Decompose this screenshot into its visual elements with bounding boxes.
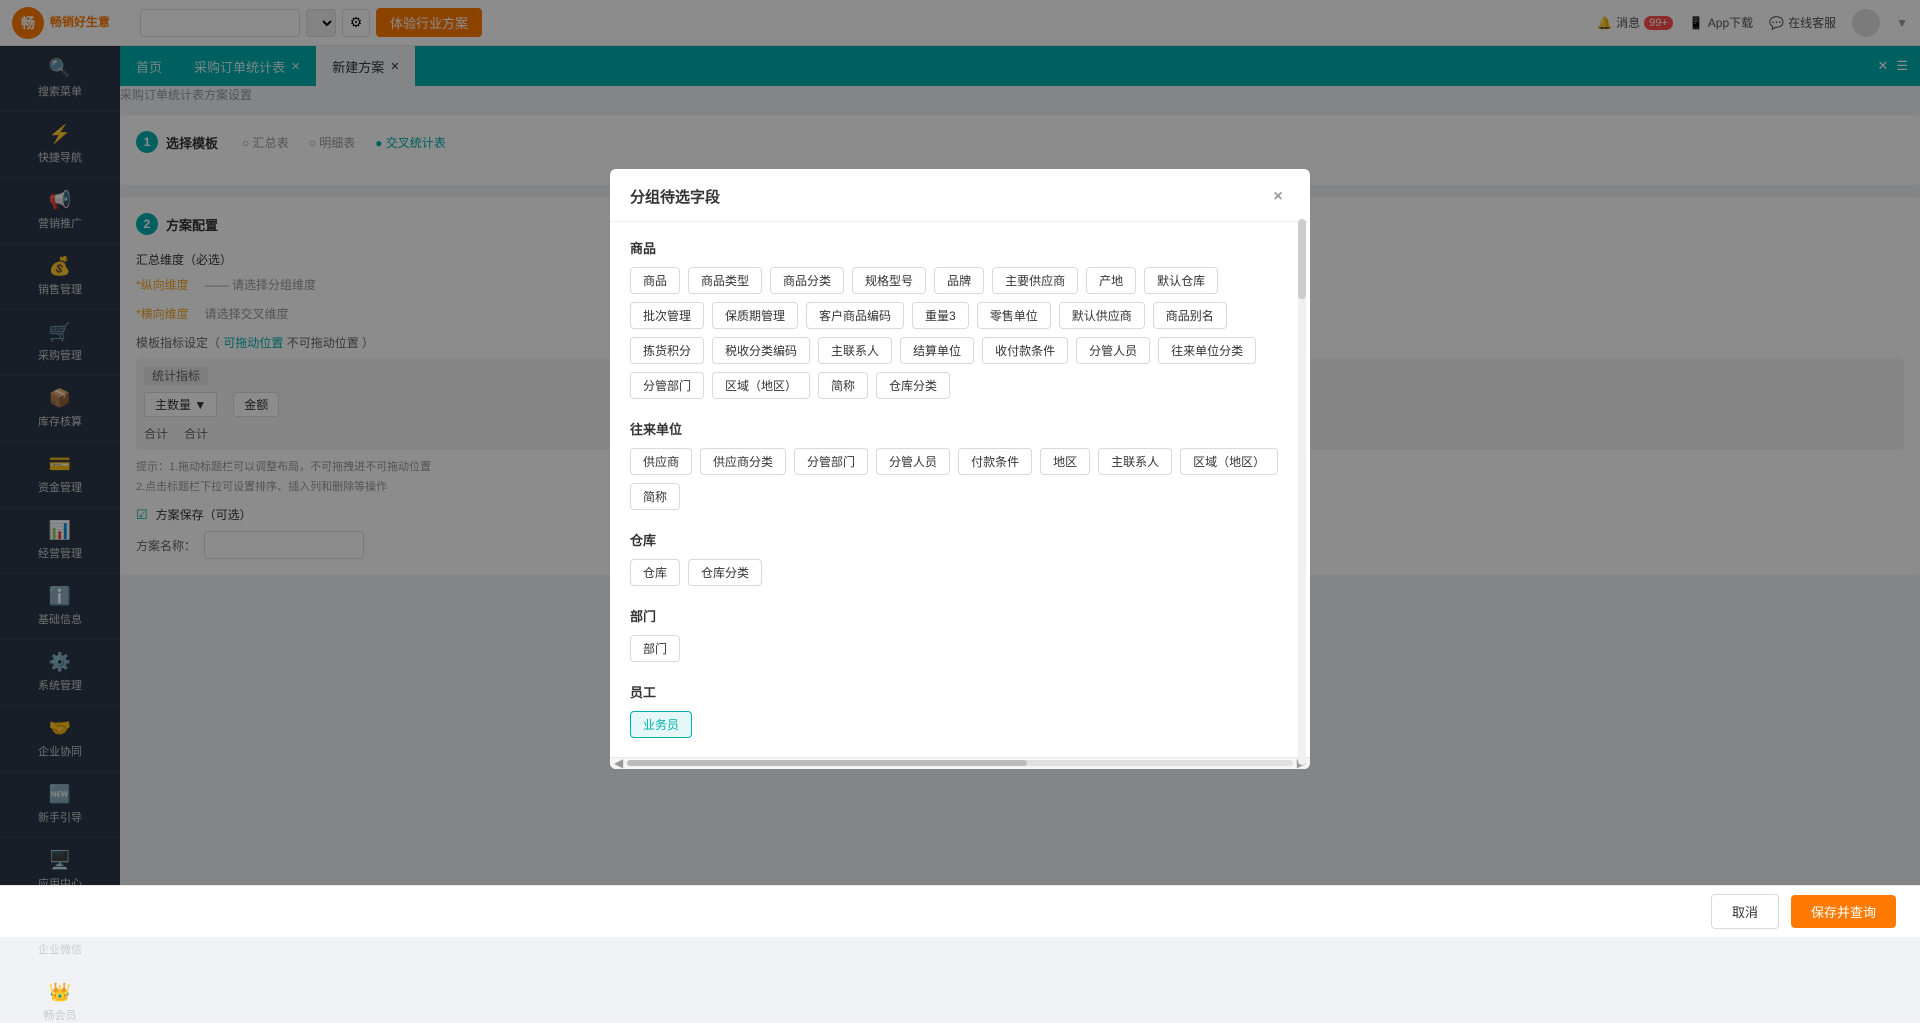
tag-brand[interactable]: 品牌: [934, 267, 984, 294]
tag-retail-unit[interactable]: 零售单位: [977, 302, 1051, 329]
tag-region[interactable]: 区域（地区）: [712, 372, 810, 399]
tag-settlement-unit[interactable]: 结算单位: [900, 337, 974, 364]
tag-default-warehouse[interactable]: 默认仓库: [1144, 267, 1218, 294]
tag-supplier[interactable]: 供应商: [630, 448, 692, 475]
section-warehouse-tags: 仓库 仓库分类: [630, 559, 1290, 586]
section-partners: 往来单位 供应商 供应商分类 分管部门 分管人员 付款条件 地区 主联系人 区域…: [630, 419, 1290, 510]
tag-main-supplier[interactable]: 主要供应商: [992, 267, 1078, 294]
tag-payment-terms[interactable]: 收付款条件: [982, 337, 1068, 364]
section-department-tags: 部门: [630, 635, 1290, 662]
tag-region2[interactable]: 区域（地区）: [1180, 448, 1278, 475]
tag-picking-points[interactable]: 拣货积分: [630, 337, 704, 364]
section-products-tags: 商品 商品类型 商品分类 规格型号 品牌 主要供应商 产地 默认仓库 批次管理 …: [630, 267, 1290, 399]
save-query-button[interactable]: 保存并查询: [1791, 895, 1896, 928]
modal-overlay: 分组待选字段 × 商品 商品 商品类型 商品分类 规格型号 品牌 主要供应商 产…: [0, 0, 1920, 937]
tag-payment-condition[interactable]: 付款条件: [958, 448, 1032, 475]
modal-hscroll[interactable]: ◀ ▶: [610, 757, 1310, 769]
tag-tax-code[interactable]: 税收分类编码: [712, 337, 810, 364]
section-warehouse-title: 仓库: [630, 530, 1290, 549]
tag-warehouse-cat[interactable]: 仓库分类: [688, 559, 762, 586]
tag-department[interactable]: 部门: [630, 635, 680, 662]
tag-default-supplier[interactable]: 默认供应商: [1059, 302, 1145, 329]
tag-product-category[interactable]: 商品分类: [770, 267, 844, 294]
tag-managing-dept[interactable]: 分管部门: [794, 448, 868, 475]
tag-area[interactable]: 地区: [1040, 448, 1090, 475]
section-employee-tags: 业务员: [630, 711, 1290, 738]
tag-product-alias[interactable]: 商品别名: [1153, 302, 1227, 329]
tag-main-contact[interactable]: 主联系人: [818, 337, 892, 364]
modal-title: 分组待选字段: [630, 186, 720, 207]
tag-main-contact2[interactable]: 主联系人: [1098, 448, 1172, 475]
section-products-title: 商品: [630, 238, 1290, 257]
tag-product-type[interactable]: 商品类型: [688, 267, 762, 294]
tag-customer-category[interactable]: 往来单位分类: [1158, 337, 1256, 364]
tag-product[interactable]: 商品: [630, 267, 680, 294]
modal-vscroll-track[interactable]: [1298, 219, 1306, 765]
hscroll-thumb: [627, 760, 1026, 766]
tag-origin[interactable]: 产地: [1086, 267, 1136, 294]
modal-vscroll-thumb[interactable]: [1298, 219, 1306, 299]
section-partners-tags: 供应商 供应商分类 分管部门 分管人员 付款条件 地区 主联系人 区域（地区） …: [630, 448, 1290, 510]
tag-dept[interactable]: 分管部门: [630, 372, 704, 399]
tag-managing-person[interactable]: 分管人员: [876, 448, 950, 475]
tag-manager[interactable]: 分管人员: [1076, 337, 1150, 364]
section-products: 商品 商品 商品类型 商品分类 规格型号 品牌 主要供应商 产地 默认仓库 批次…: [630, 238, 1290, 399]
cancel-button[interactable]: 取消: [1711, 894, 1779, 929]
bottom-bar: 取消 保存并查询: [0, 885, 1920, 937]
section-partners-title: 往来单位: [630, 419, 1290, 438]
modal-body[interactable]: 商品 商品 商品类型 商品分类 规格型号 品牌 主要供应商 产地 默认仓库 批次…: [610, 222, 1310, 757]
tag-batch-mgmt[interactable]: 批次管理: [630, 302, 704, 329]
section-employee: 员工 业务员: [630, 682, 1290, 738]
modal-header: 分组待选字段 ×: [610, 169, 1310, 222]
tag-short-name2[interactable]: 简称: [630, 483, 680, 510]
section-employee-title: 员工: [630, 682, 1290, 701]
tag-weight3[interactable]: 重量3: [912, 302, 969, 329]
hscroll-track: [627, 760, 1293, 766]
modal-dialog: 分组待选字段 × 商品 商品 商品类型 商品分类 规格型号 品牌 主要供应商 产…: [610, 169, 1310, 769]
section-department: 部门 部门: [630, 606, 1290, 662]
tag-warehouse[interactable]: 仓库: [630, 559, 680, 586]
tag-short-name[interactable]: 简称: [818, 372, 868, 399]
tag-supplier-category[interactable]: 供应商分类: [700, 448, 786, 475]
tag-spec-model[interactable]: 规格型号: [852, 267, 926, 294]
modal-close-button[interactable]: ×: [1266, 185, 1290, 209]
tag-customer-code[interactable]: 客户商品编码: [806, 302, 904, 329]
section-department-title: 部门: [630, 606, 1290, 625]
tag-sales-rep[interactable]: 业务员: [630, 711, 692, 738]
section-warehouse: 仓库 仓库 仓库分类: [630, 530, 1290, 586]
tag-warehouse-category[interactable]: 仓库分类: [876, 372, 950, 399]
tag-shelf-life[interactable]: 保质期管理: [712, 302, 798, 329]
